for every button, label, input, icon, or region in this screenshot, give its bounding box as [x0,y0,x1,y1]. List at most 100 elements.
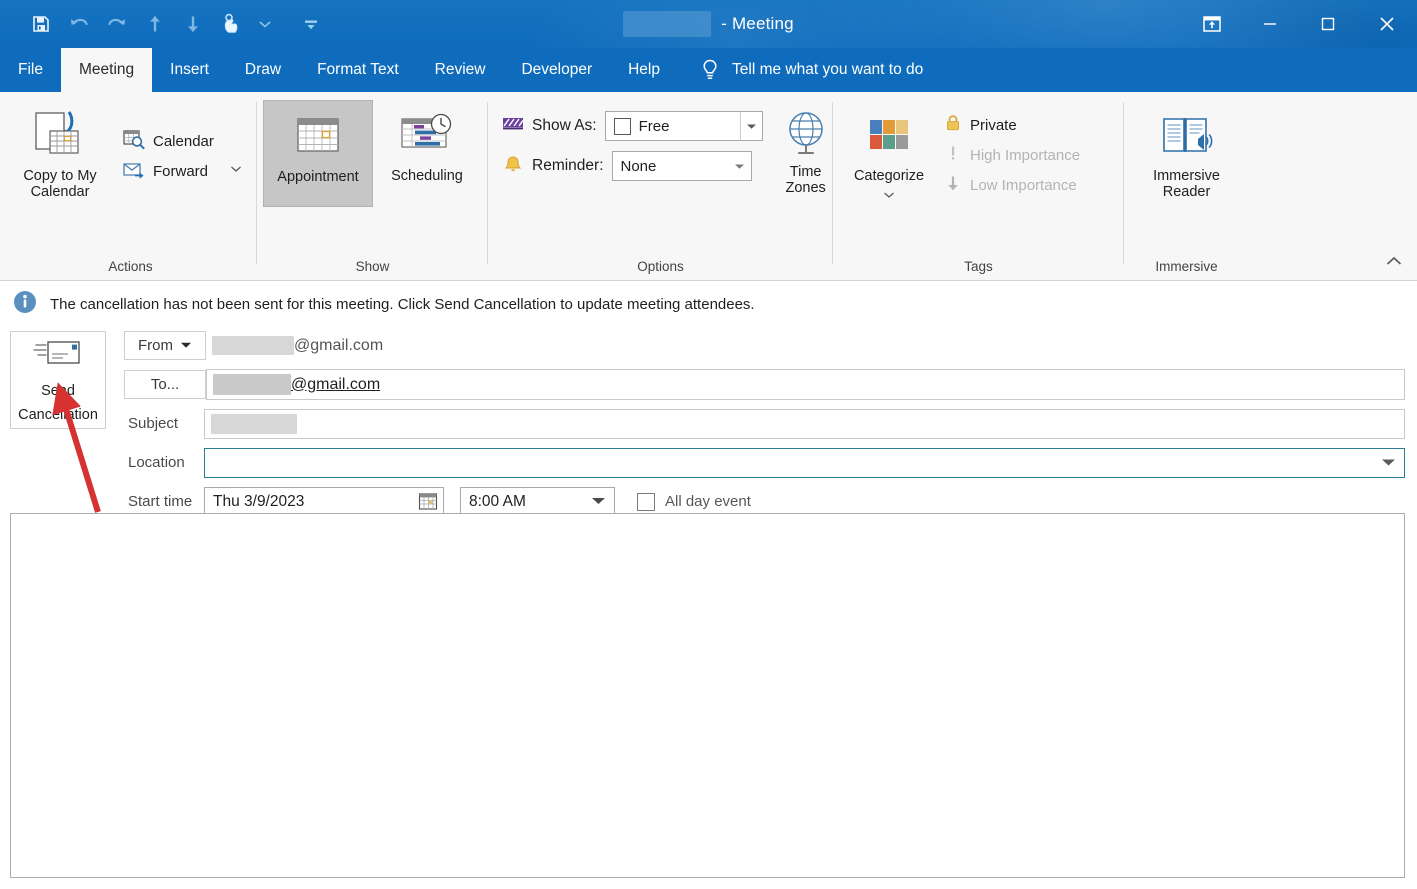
start-time-input[interactable]: 8:00 AM [460,487,615,517]
tell-me-search[interactable]: Tell me what you want to do [678,48,923,92]
from-button[interactable]: From [124,331,206,360]
location-label: Location [124,454,204,471]
restore-button[interactable] [1299,0,1357,48]
next-item-icon[interactable] [174,7,212,41]
low-importance-button[interactable]: Low Importance [937,170,1086,200]
save-icon[interactable] [22,7,60,41]
low-importance-icon [943,173,963,197]
immersive-reader-button[interactable]: Immersive Reader [1131,100,1243,204]
time-zones-label-1: Time [790,164,822,180]
copy-to-my-calendar-label-2: Calendar [31,184,90,200]
touch-mode-dropdown-icon[interactable] [250,7,280,41]
from-value-container[interactable]: @gmail.com [206,336,1405,355]
tab-draw[interactable]: Draw [227,48,299,92]
redacted-subject-text [211,414,297,434]
lock-icon [943,113,963,137]
reminder-dropdown-icon[interactable] [729,152,751,180]
send-envelope-icon [32,336,84,375]
ribbon: Copy to My Calendar Calendar Forward [0,92,1417,281]
calendar-button[interactable]: Calendar [116,126,249,156]
forward-button[interactable]: Forward [116,156,249,186]
ribbon-group-label-immersive: Immersive [1124,256,1249,280]
send-cancellation-label-1: Send [41,383,75,400]
redo-icon[interactable] [98,7,136,41]
appointment-button[interactable]: Appointment [263,100,373,207]
categorize-dropdown-icon[interactable] [882,188,896,204]
send-cancellation-button[interactable]: Send Cancellation [10,331,106,429]
show-as-dropdown-icon[interactable] [740,112,762,140]
subject-row: Subject [124,405,1405,442]
private-label: Private [970,117,1017,134]
tab-format-text[interactable]: Format Text [299,48,417,92]
title-bar: - Meeting [0,0,1417,48]
all-day-event-toggle[interactable]: All day event [637,493,751,511]
tab-review[interactable]: Review [417,48,504,92]
start-date-value: Thu 3/9/2023 [213,493,304,511]
to-input[interactable]: @gmail.com [206,369,1405,400]
low-importance-label: Low Importance [970,177,1077,194]
to-button[interactable]: To... [124,370,206,399]
ribbon-group-label-options: Options [488,256,833,280]
ribbon-display-options-icon[interactable] [1183,0,1241,48]
info-bar-message: The cancellation has not been sent for t… [50,296,755,313]
show-as-value: Free [639,118,670,135]
private-button[interactable]: Private [937,110,1086,140]
forward-label: Forward [153,163,208,180]
previous-item-icon[interactable] [136,7,174,41]
start-time-label: Start time [124,493,204,510]
ribbon-group-label-actions: Actions [4,256,257,280]
to-address-domain: @gmail.com [291,376,380,394]
forward-dropdown-icon[interactable] [229,162,243,180]
ribbon-group-options: Show As: Free Remin [488,92,833,280]
all-day-event-label: All day event [665,493,751,510]
time-zones-label-2: Zones [785,180,825,196]
minimize-button[interactable] [1241,0,1299,48]
show-as-combobox[interactable]: Free [605,111,763,141]
time-zones-button[interactable]: Time Zones [771,96,841,200]
reminder-label: Reminder: [532,157,604,175]
undo-icon[interactable] [60,7,98,41]
location-dropdown-icon[interactable] [1381,457,1396,468]
show-as-label: Show As: [532,117,597,135]
start-time-dropdown-icon[interactable] [591,496,606,507]
close-button[interactable] [1357,0,1417,48]
globe-icon [779,102,833,164]
info-icon [12,289,38,319]
reminder-bell-icon [502,154,524,179]
subject-input[interactable] [204,409,1405,439]
touch-mouse-mode-icon[interactable] [212,7,250,41]
categorize-button[interactable]: Categorize [841,100,937,208]
show-as-color-swatch [614,118,631,135]
tab-file[interactable]: File [0,48,61,92]
tab-help[interactable]: Help [610,48,678,92]
ribbon-group-show: Appointment Schedulin [257,92,488,280]
send-cancellation-label-2: Cancellation [18,407,98,424]
ribbon-group-label-tags: Tags [833,256,1124,280]
all-day-event-checkbox[interactable] [637,493,655,511]
customize-qat-icon[interactable] [296,7,326,41]
from-row: From @gmail.com [124,327,1405,364]
high-importance-icon [943,143,963,167]
reminder-value: None [613,158,665,175]
scheduling-button[interactable]: Scheduling [373,100,481,207]
start-date-calendar-picker-icon[interactable] [418,492,438,511]
tab-developer[interactable]: Developer [503,48,610,92]
high-importance-label: High Importance [970,147,1080,164]
show-as-row: Show As: Free [496,106,763,146]
tab-meeting[interactable]: Meeting [61,48,152,92]
collapse-ribbon-icon[interactable] [1381,250,1407,272]
location-input[interactable] [204,448,1405,478]
reminder-combobox[interactable]: None [612,151,752,181]
from-address-domain: @gmail.com [294,337,383,355]
to-label: To... [151,376,179,393]
start-date-input[interactable]: Thu 3/9/2023 [204,487,444,517]
high-importance-button[interactable]: High Importance [937,140,1086,170]
redacted-from-address [212,336,294,355]
quick-access-toolbar [0,7,326,41]
location-row: Location [124,444,1405,481]
scheduling-label: Scheduling [391,168,463,184]
copy-to-my-calendar-button[interactable]: Copy to My Calendar [4,100,116,204]
meeting-body-editor[interactable] [10,513,1405,878]
categorize-label: Categorize [854,168,924,184]
tab-insert[interactable]: Insert [152,48,227,92]
